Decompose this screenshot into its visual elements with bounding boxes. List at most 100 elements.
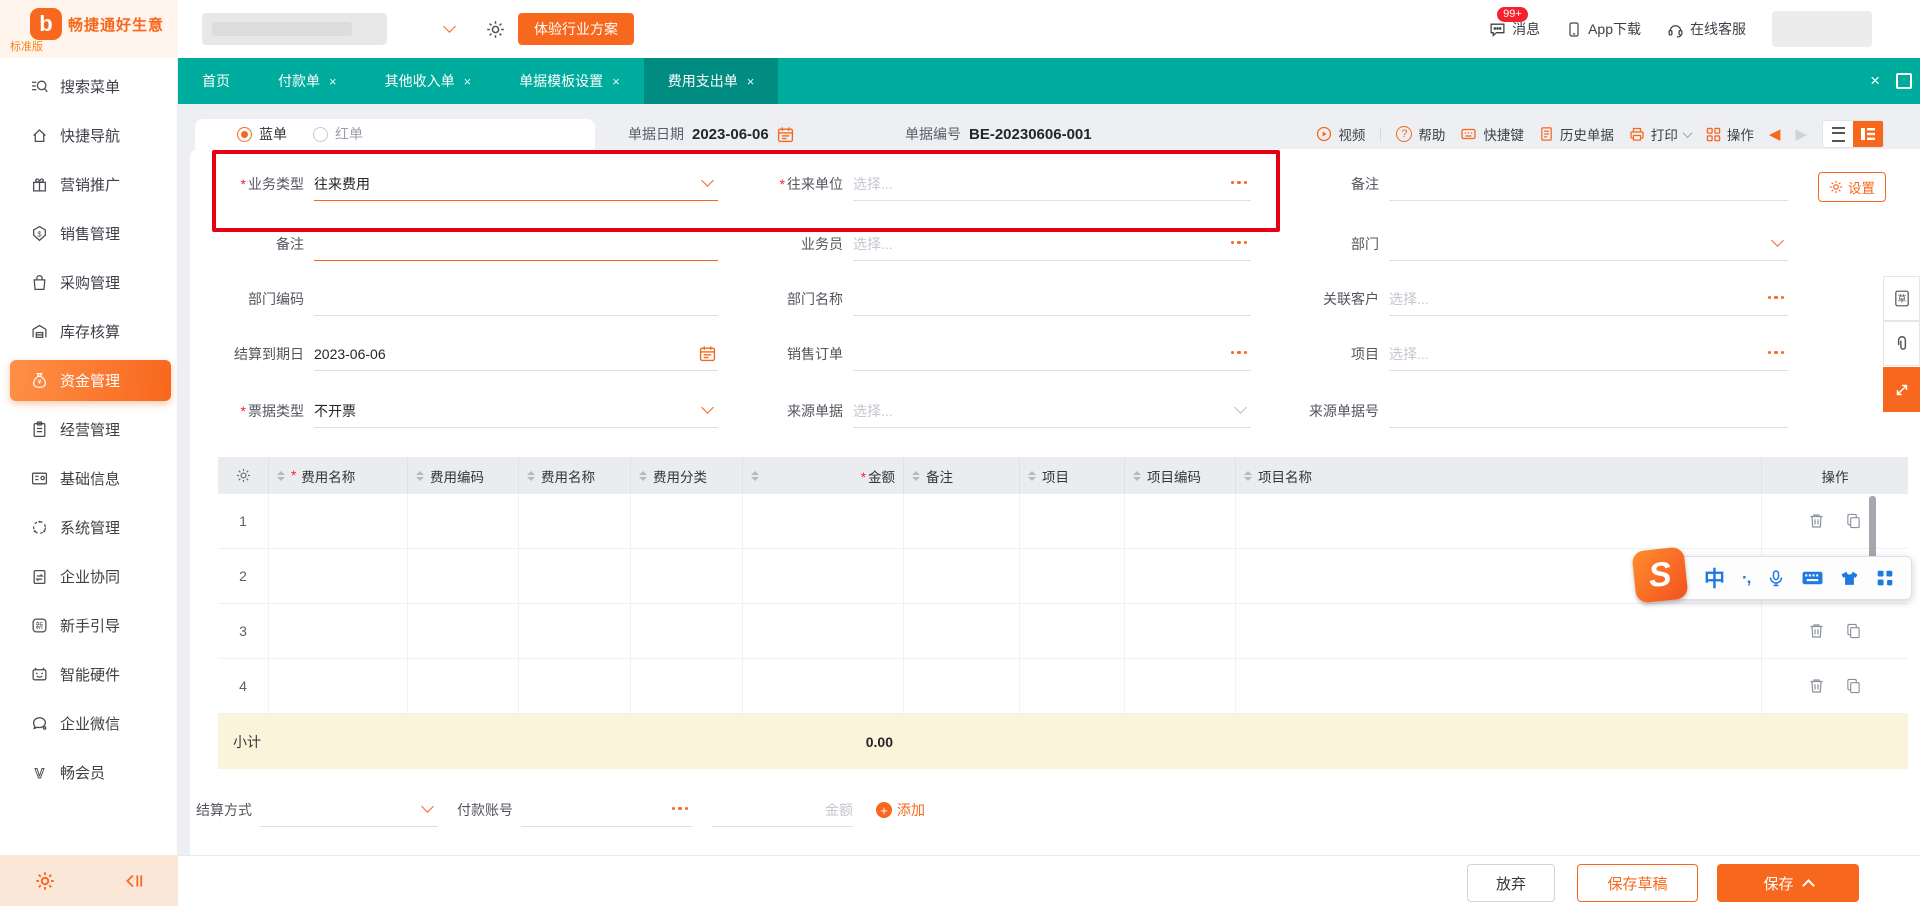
salesperson-picker[interactable]: 选择... xyxy=(853,228,1251,261)
sidebar-item-search-menu[interactable]: 搜索菜单 xyxy=(0,62,177,111)
username-redacted[interactable] xyxy=(1772,11,1872,47)
sort-icon[interactable] xyxy=(277,470,285,481)
sidebar-item-funds[interactable]: ¥ 资金管理 xyxy=(10,360,171,401)
project-picker[interactable]: 选择... xyxy=(1389,338,1788,371)
settlement-method-select[interactable] xyxy=(260,794,438,827)
form-view-button[interactable] xyxy=(1853,121,1883,147)
sort-icon[interactable] xyxy=(1028,470,1036,481)
ime-keyboard-icon[interactable] xyxy=(1802,570,1823,586)
close-icon[interactable]: × xyxy=(747,75,755,88)
sidebar-settings-gear-icon[interactable] xyxy=(35,871,55,891)
save-draft-button[interactable]: 保存草稿 xyxy=(1577,864,1698,902)
sidebar-item-beginner-guide[interactable]: 新 新手引导 xyxy=(0,601,177,650)
company-name-redacted[interactable] xyxy=(202,13,387,45)
shortcut-keys-button[interactable]: 快捷键 xyxy=(1460,124,1524,144)
sales-order-picker[interactable] xyxy=(853,338,1251,371)
settlement-amount-input[interactable]: 金额 xyxy=(712,794,853,827)
delete-row-icon[interactable] xyxy=(1809,678,1824,694)
remark-input[interactable] xyxy=(1389,168,1788,201)
remark-input-main[interactable] xyxy=(314,228,718,261)
sidebar-item-wechat-work[interactable]: 企业微信 xyxy=(0,699,177,748)
close-icon[interactable]: × xyxy=(464,75,472,88)
source-voucher-no-input[interactable] xyxy=(1389,395,1788,428)
col-amount[interactable]: * 金额 xyxy=(743,457,904,494)
tab-home[interactable]: 首页 xyxy=(178,58,254,104)
doc-date-value[interactable]: 2023-06-06 xyxy=(692,126,769,143)
online-support-button[interactable]: 在线客服 xyxy=(1667,19,1746,39)
table-scrollbar[interactable] xyxy=(1869,496,1876,558)
sort-icon[interactable] xyxy=(1133,470,1141,481)
sidebar-item-operations[interactable]: 经营管理 xyxy=(0,405,177,454)
invoice-type-select[interactable]: 不开票 xyxy=(314,395,718,428)
draft-list-button[interactable]: 草 xyxy=(1883,276,1920,321)
col-expense-name-req[interactable]: * 费用名称 xyxy=(269,457,408,494)
payment-account-picker[interactable] xyxy=(521,794,692,827)
sort-icon[interactable] xyxy=(416,470,424,481)
department-code-input[interactable] xyxy=(314,283,718,316)
chevron-down-icon[interactable] xyxy=(443,20,456,33)
business-type-select[interactable]: 往来费用 xyxy=(314,168,718,201)
tab-expense-voucher[interactable]: 费用支出单 × xyxy=(643,58,779,104)
tab-payment-voucher[interactable]: 付款单 × xyxy=(254,58,361,104)
tab-template-settings[interactable]: 单据模板设置 × xyxy=(495,58,644,104)
ime-toolbox-icon[interactable] xyxy=(1876,569,1894,587)
add-settlement-button[interactable]: + 添加 xyxy=(876,800,925,820)
sort-icon[interactable] xyxy=(527,470,535,481)
table-column-settings[interactable] xyxy=(218,457,269,494)
video-button[interactable]: 视频 xyxy=(1316,124,1365,144)
help-button[interactable]: ? 帮助 xyxy=(1396,124,1445,144)
close-icon[interactable]: × xyxy=(612,75,620,88)
col-project-code[interactable]: 项目编码 xyxy=(1125,457,1236,494)
close-icon[interactable]: × xyxy=(329,75,337,88)
app-download-button[interactable]: App下载 xyxy=(1566,19,1641,39)
list-view-button[interactable] xyxy=(1823,121,1853,147)
department-select[interactable] xyxy=(1389,228,1788,261)
ime-punctuation-icon[interactable]: ·, xyxy=(1742,568,1751,588)
save-button[interactable]: 保存 xyxy=(1717,864,1859,902)
gear-icon[interactable] xyxy=(486,20,505,39)
col-expense-category[interactable]: 费用分类 xyxy=(631,457,743,494)
messages-button[interactable]: 消息 99+ xyxy=(1489,7,1540,39)
print-button[interactable]: 打印 xyxy=(1629,124,1693,144)
sidebar-item-smart-hardware[interactable]: 智能硬件 xyxy=(0,650,177,699)
radio-blue-voucher[interactable]: 蓝单 xyxy=(237,124,287,144)
col-remark[interactable]: 备注 xyxy=(904,457,1020,494)
due-date-input[interactable]: 2023-06-06 xyxy=(314,338,718,371)
sidebar-item-inventory[interactable]: 库存核算 xyxy=(0,307,177,356)
sidebar-item-sales[interactable]: $ 销售管理 xyxy=(0,209,177,258)
sidebar-item-quick-nav[interactable]: 快捷导航 xyxy=(0,111,177,160)
delete-row-icon[interactable] xyxy=(1809,513,1824,529)
ime-skin-icon[interactable] xyxy=(1840,570,1859,587)
sidebar-item-purchasing[interactable]: 采购管理 xyxy=(0,258,177,307)
copy-row-icon[interactable] xyxy=(1846,513,1861,529)
ime-mic-icon[interactable] xyxy=(1767,569,1785,588)
copy-row-icon[interactable] xyxy=(1846,678,1861,694)
sidebar-item-system[interactable]: 系统管理 xyxy=(0,503,177,552)
sort-icon[interactable] xyxy=(751,470,759,481)
doc-number-value[interactable]: BE-20230606-001 xyxy=(969,126,1092,143)
sort-icon[interactable] xyxy=(912,470,920,481)
actions-button[interactable]: 操作 xyxy=(1706,124,1754,144)
related-customer-picker[interactable]: 选择... xyxy=(1389,283,1788,316)
sogou-logo-icon[interactable]: S xyxy=(1631,546,1689,604)
ime-language-mode[interactable]: 中 xyxy=(1704,563,1725,593)
sidebar-collapse-icon[interactable] xyxy=(124,872,144,890)
copy-row-icon[interactable] xyxy=(1846,623,1861,639)
next-voucher-icon[interactable]: ▶ xyxy=(1795,125,1807,143)
close-all-icon[interactable]: × xyxy=(1870,71,1880,91)
form-settings-button[interactable]: 设置 xyxy=(1818,172,1886,202)
trial-plan-button[interactable]: 体验行业方案 xyxy=(518,13,634,45)
tab-other-income[interactable]: 其他收入单 × xyxy=(361,58,496,104)
attachment-button[interactable] xyxy=(1883,321,1920,366)
col-expense-name[interactable]: 费用名称 xyxy=(519,457,631,494)
radio-red-voucher[interactable]: 红单 xyxy=(313,124,363,144)
delete-row-icon[interactable] xyxy=(1809,623,1824,639)
department-name-input[interactable] xyxy=(853,283,1251,316)
expand-button[interactable] xyxy=(1883,367,1920,412)
discard-button[interactable]: 放弃 xyxy=(1467,864,1555,902)
sidebar-item-base-info[interactable]: 基础信息 xyxy=(0,454,177,503)
sort-icon[interactable] xyxy=(639,470,647,481)
sidebar-item-member[interactable]: V 畅会员 xyxy=(0,748,177,797)
prev-voucher-icon[interactable]: ◀ xyxy=(1769,125,1781,143)
history-vouchers-button[interactable]: 历史单据 xyxy=(1539,124,1614,144)
